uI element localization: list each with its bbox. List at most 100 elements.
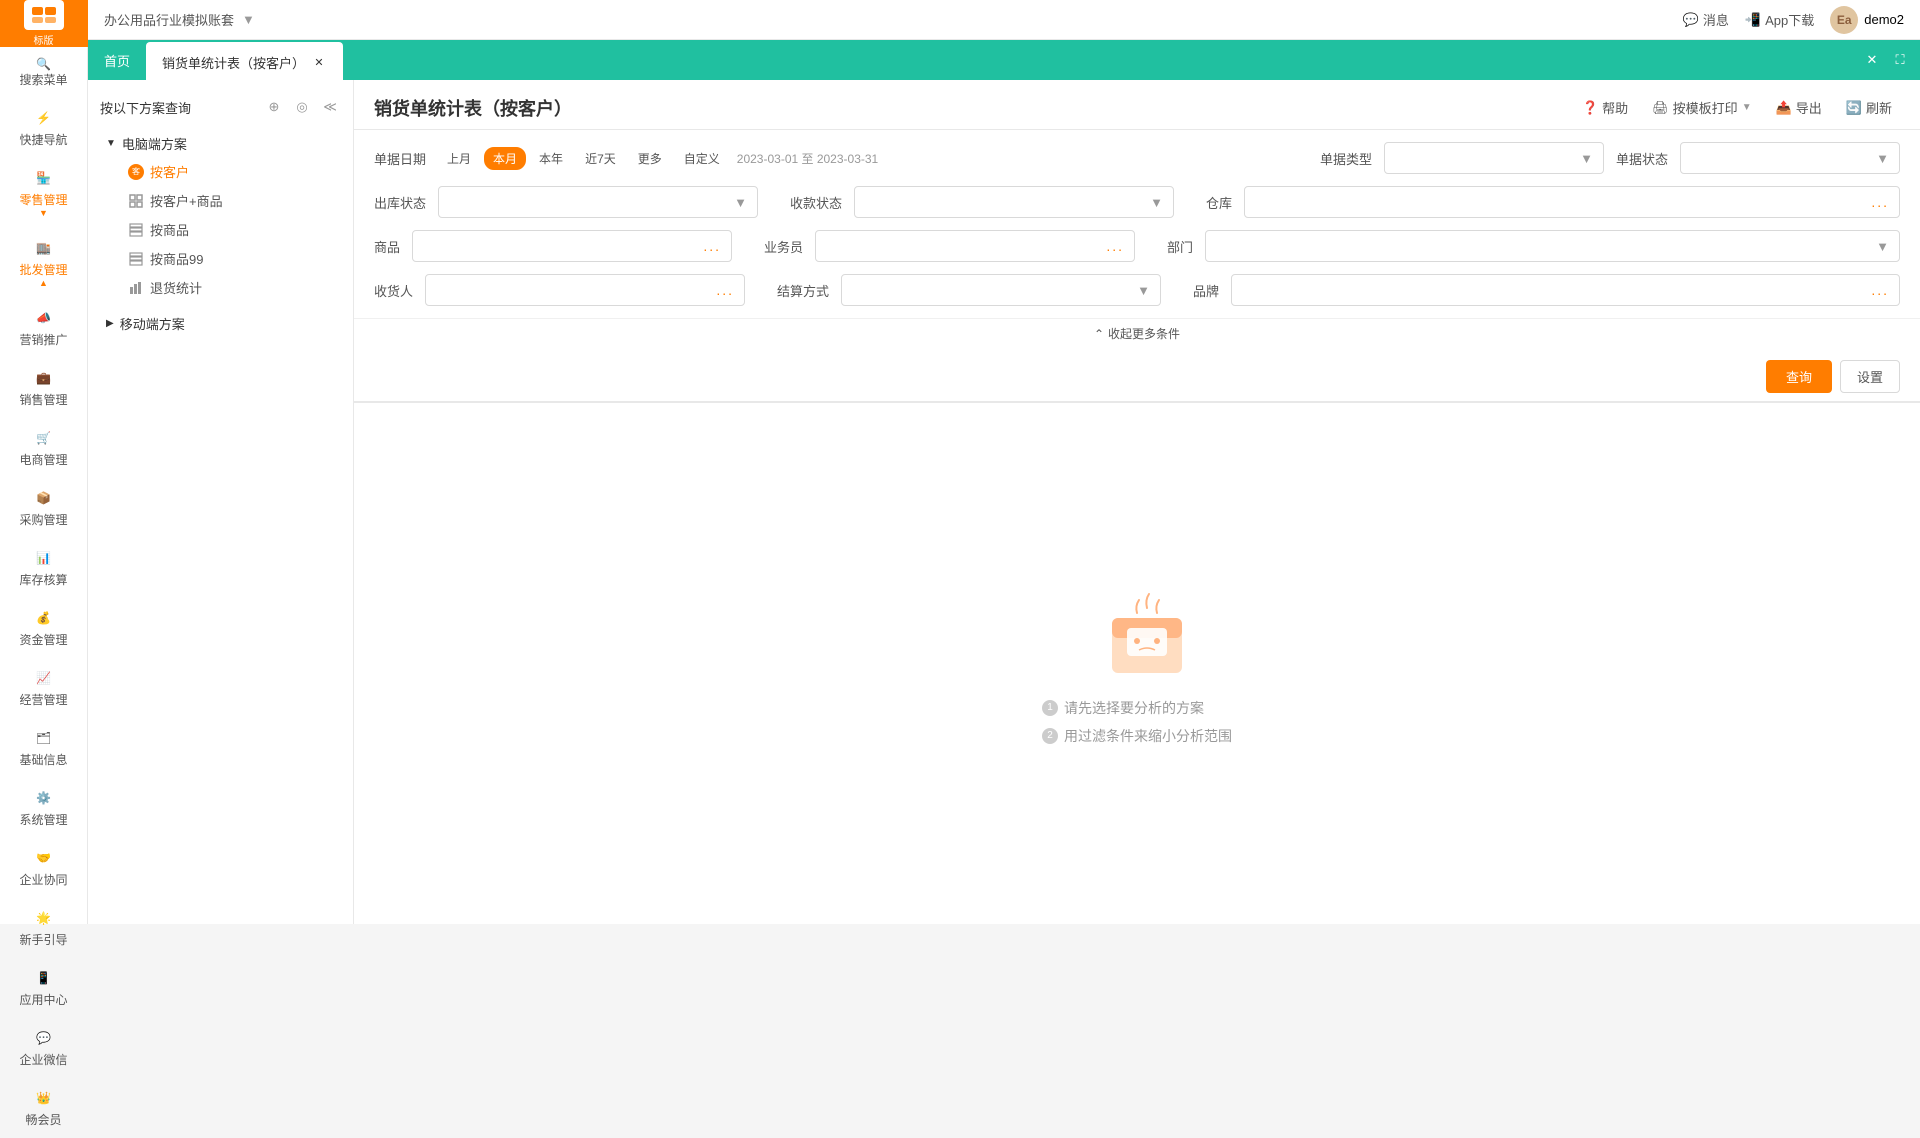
sidebar-item-newbie[interactable]: 🌟 新手引导	[0, 898, 88, 958]
message-btn[interactable]: 💬 消息	[1683, 10, 1729, 29]
staff-label: 业务员	[764, 237, 803, 256]
payment-status-select[interactable]: ▼	[854, 186, 1174, 218]
out-status-label: 出库状态	[374, 193, 426, 212]
filter-row-2: 出库状态 ▼ 收款状态 ▼ 仓库 ...	[374, 186, 1900, 218]
sidebar-item-ecommerce[interactable]: 🛒 电商管理	[0, 418, 88, 478]
sidebar-item-basic[interactable]: 🗂 基础信息	[0, 718, 88, 778]
date-btn-this-month[interactable]: 本月	[484, 147, 526, 170]
sidebar-item-search[interactable]: 🔍 搜索菜单	[15, 47, 71, 98]
staff-input[interactable]: ...	[815, 230, 1135, 262]
sidebar-item-apps[interactable]: 📱 应用中心	[0, 958, 88, 1018]
collapse-up-icon: ⌃	[1094, 327, 1104, 341]
tab-maximize-btn[interactable]: ⛶	[1888, 48, 1912, 72]
product-label: 商品	[374, 237, 400, 256]
date-btn-custom[interactable]: 自定义	[675, 147, 729, 170]
date-btn-this-year[interactable]: 本年	[530, 147, 572, 170]
product-table-icon	[128, 222, 144, 238]
left-panel-icons: ⊕ ◎ ≪	[263, 96, 341, 118]
receiver-input[interactable]: ...	[425, 274, 745, 306]
sidebar-item-retail[interactable]: 🏪 零售管理 ▼	[0, 158, 88, 228]
sidebar-item-purchase[interactable]: 📦 采购管理	[0, 478, 88, 538]
action-bar: 查询 设置	[354, 360, 1920, 402]
filter-row-4: 收货人 ... 结算方式 ▼ 品牌 ...	[374, 274, 1900, 306]
out-status-select[interactable]: ▼	[438, 186, 758, 218]
topbar-right: 💬 消息 📲 App下载 Ea demo2	[1683, 6, 1904, 34]
setting-button[interactable]: 设置	[1840, 360, 1900, 393]
doc-type-select[interactable]: ▼	[1384, 142, 1604, 174]
sidebar-item-shortcut[interactable]: ⚡ 快捷导航	[0, 98, 88, 158]
date-btn-last7[interactable]: 近7天	[576, 147, 625, 170]
settlement-select[interactable]: ▼	[841, 274, 1161, 306]
tab-close-icon[interactable]: ✕	[311, 54, 327, 70]
tab-sales-stats[interactable]: 销货单统计表（按客户） ✕	[146, 42, 343, 82]
page-actions: ❓ 帮助 🖨 按模板打印 ▼ 📤 导出 🔄 刷新	[1574, 94, 1900, 121]
sidebar-item-enterprise[interactable]: 🤝 企业协同	[0, 838, 88, 898]
out-status-dropdown-icon: ▼	[734, 195, 747, 210]
wechat-icon: 💬	[34, 1028, 54, 1048]
date-shortcuts: 上月 本月 本年 近7天 更多 自定义 2023-03-01 至 2023-03…	[438, 147, 878, 170]
app-download-btn[interactable]: 📲 App下载	[1745, 10, 1814, 29]
print-dropdown-icon: ▼	[1742, 102, 1752, 113]
scheme-return-stats[interactable]: 退货统计	[120, 273, 341, 302]
main-area: 办公用品行业模拟账套 ▼ 💬 消息 📲 App下载 Ea demo2 首页 销货…	[88, 0, 1920, 924]
sidebar-item-sales[interactable]: 💼 销售管理	[0, 358, 88, 418]
brand-input[interactable]: ...	[1231, 274, 1900, 306]
sidebar-item-system[interactable]: ⚙️ 系统管理	[0, 778, 88, 838]
sidebar-item-finance[interactable]: 💰 资金管理	[0, 598, 88, 658]
question-icon: ❓	[1582, 100, 1598, 116]
sidebar-item-operation[interactable]: 📈 经营管理	[0, 658, 88, 718]
collapse-panel-btn[interactable]: ≪	[319, 96, 341, 118]
dept-select[interactable]: ▼	[1205, 230, 1900, 262]
scheme-by-product99[interactable]: 按商品99	[120, 244, 341, 273]
doc-status-select[interactable]: ▼	[1680, 142, 1900, 174]
sidebar-item-inventory[interactable]: 📊 库存核算	[0, 538, 88, 598]
refresh-btn[interactable]: 🔄 刷新	[1838, 94, 1900, 121]
add-scheme-btn[interactable]: ⊕	[263, 96, 285, 118]
print-btn[interactable]: 🖨 按模板打印 ▼	[1644, 94, 1759, 121]
sidebar-item-wholesale[interactable]: 🏬 批发管理 ▲	[0, 228, 88, 298]
empty-hint-1: 1 请先选择要分析的方案	[1042, 694, 1232, 722]
receiver-more-icon: ...	[716, 282, 734, 298]
app-subtitle: 标版	[34, 32, 54, 47]
product-input[interactable]: ...	[412, 230, 732, 262]
dropdown-icon[interactable]: ▼	[242, 12, 255, 27]
doc-type-dropdown-icon: ▼	[1580, 151, 1593, 166]
export-btn[interactable]: 📤 导出	[1768, 94, 1830, 121]
user-profile-btn[interactable]: Ea demo2	[1830, 6, 1904, 34]
tab-home[interactable]: 首页	[88, 40, 146, 80]
query-button[interactable]: 查询	[1766, 360, 1832, 393]
warehouse-more-icon: ...	[1871, 194, 1889, 210]
date-range-display: 2023-03-01 至 2023-03-31	[737, 150, 878, 167]
payment-status-label: 收款状态	[790, 193, 842, 212]
brand-label: 品牌	[1193, 281, 1219, 300]
customer-circle-icon: 客	[128, 164, 144, 180]
right-panel: 销货单统计表（按客户） ❓ 帮助 🖨 按模板打印 ▼ 📤 导出	[354, 80, 1920, 924]
warehouse-label: 仓库	[1206, 193, 1232, 212]
desktop-section-label[interactable]: ▼ 电脑端方案	[100, 130, 341, 157]
brand-more-icon: ...	[1871, 282, 1889, 298]
sidebar-item-marketing[interactable]: 📣 营销推广	[0, 298, 88, 358]
tab-minimize-btn[interactable]: ✕	[1860, 48, 1884, 72]
empty-num-2: 2	[1042, 728, 1058, 744]
sales-icon: 💼	[34, 368, 54, 388]
scheme-customer-product[interactable]: 按客户+商品	[120, 186, 341, 215]
sidebar-item-wechat[interactable]: 💬 企业微信	[0, 1018, 88, 1078]
mobile-section-label[interactable]: ▶ 移动端方案	[100, 310, 341, 337]
date-btn-more[interactable]: 更多	[629, 147, 671, 170]
help-btn[interactable]: ❓ 帮助	[1574, 94, 1636, 121]
warehouse-input[interactable]: ...	[1244, 186, 1900, 218]
scheme-by-product[interactable]: 按商品	[120, 215, 341, 244]
left-panel-title: 按以下方案查询	[100, 98, 191, 117]
marketing-icon: 📣	[34, 308, 54, 328]
wholesale-icon: 🏬	[34, 238, 54, 258]
collapse-btn[interactable]: ⌃ 收起更多条件	[374, 319, 1900, 348]
sidebar-item-member[interactable]: 👑 畅会员	[0, 1078, 88, 1138]
app-logo[interactable]: 标版	[0, 0, 88, 47]
edit-scheme-btn[interactable]: ◎	[291, 96, 313, 118]
scheme-by-customer[interactable]: 客 按客户	[120, 157, 341, 186]
desktop-scheme-list: 客 按客户 按客户+商品 按商品	[100, 157, 341, 302]
finance-icon: 💰	[34, 608, 54, 628]
tree-mobile-section: ▶ 移动端方案	[88, 306, 353, 341]
logo-icon	[24, 0, 64, 30]
date-btn-last-month[interactable]: 上月	[438, 147, 480, 170]
